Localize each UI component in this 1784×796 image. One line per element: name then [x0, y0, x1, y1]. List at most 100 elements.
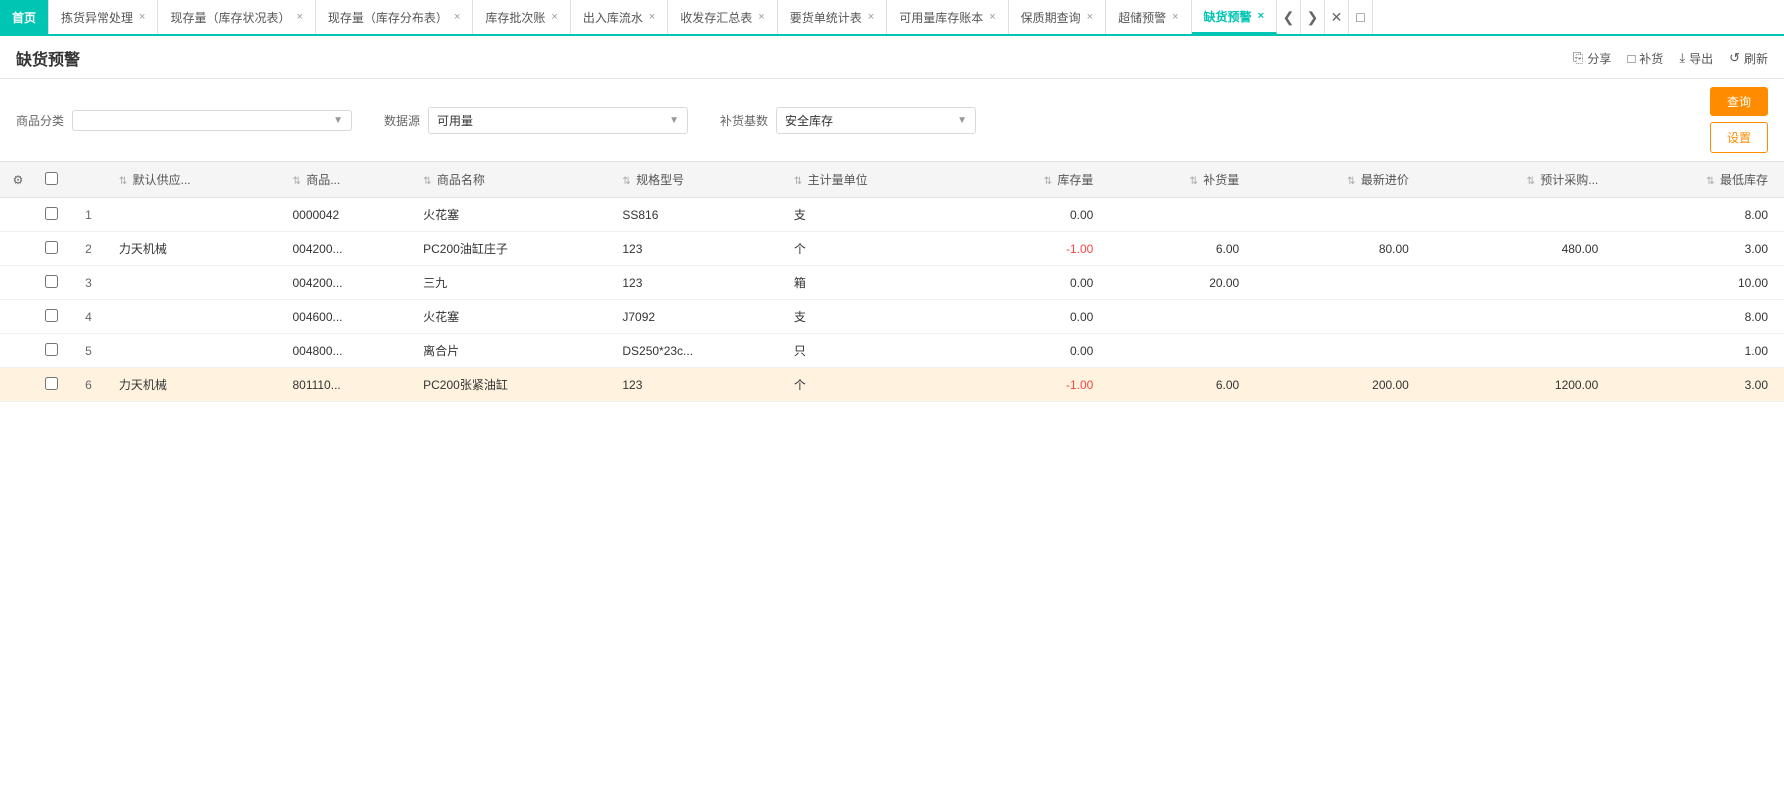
tab-shortage-close[interactable]: ×	[1258, 10, 1264, 22]
select-all-checkbox[interactable]	[45, 172, 58, 185]
row-num: 2	[66, 232, 111, 266]
row-checkbox-cell[interactable]	[36, 368, 66, 402]
col-checkbox	[36, 162, 66, 198]
row-min-stock: 10.00	[1614, 266, 1784, 300]
tab-batch-account[interactable]: 库存批次账 ×	[473, 0, 570, 34]
col-product-name[interactable]: ⇅ 商品名称	[415, 162, 614, 198]
row-stock: 0.00	[963, 198, 1109, 232]
sort-min-icon: ⇅	[1706, 176, 1714, 187]
row-settings-cell	[0, 334, 36, 368]
row-num: 3	[66, 266, 111, 300]
tab-inventory-dist-close[interactable]: ×	[454, 11, 460, 23]
tab-home[interactable]: 首页	[0, 0, 49, 34]
row-checkbox[interactable]	[45, 207, 58, 220]
row-stock: 0.00	[963, 300, 1109, 334]
row-checkbox-cell[interactable]	[36, 198, 66, 232]
row-name: 火花塞	[415, 300, 614, 334]
datasource-select-value: 可用量	[437, 112, 661, 129]
category-select[interactable]: ▼	[72, 110, 352, 131]
row-num: 4	[66, 300, 111, 334]
row-min-stock: 3.00	[1614, 368, 1784, 402]
row-replenish-qty: 20.00	[1109, 266, 1255, 300]
col-latest-price-label: 最新进价	[1361, 173, 1409, 187]
col-unit[interactable]: ⇅ 主计量单位	[786, 162, 964, 198]
row-checkbox[interactable]	[45, 241, 58, 254]
row-checkbox-cell[interactable]	[36, 232, 66, 266]
tab-error-handling-close[interactable]: ×	[139, 11, 145, 23]
row-checkbox[interactable]	[45, 309, 58, 322]
row-supplier	[111, 266, 285, 300]
window-max-btn[interactable]: □	[1349, 0, 1373, 34]
row-supplier	[111, 334, 285, 368]
tab-overstock[interactable]: 超储预警 ×	[1106, 0, 1191, 34]
row-stock: 0.00	[963, 266, 1109, 300]
row-est-purchase	[1425, 266, 1614, 300]
table-settings-icon[interactable]: ⚙	[13, 173, 24, 187]
tab-inout-flow[interactable]: 出入库流水 ×	[571, 0, 668, 34]
col-est-purchase[interactable]: ⇅ 预计采购...	[1425, 162, 1614, 198]
row-checkbox-cell[interactable]	[36, 334, 66, 368]
category-filter-group: 商品分类 ▼	[16, 110, 352, 131]
refresh-button[interactable]: ↺ 刷新	[1729, 50, 1768, 67]
replenish-base-select[interactable]: 安全库存 ▼	[776, 107, 976, 134]
filter-buttons: 查询 设置	[1710, 87, 1768, 153]
row-latest-price: 200.00	[1255, 368, 1425, 402]
export-button[interactable]: ⤓ 导出	[1679, 50, 1713, 67]
tab-error-handling[interactable]: 拣货异常处理 ×	[49, 0, 158, 34]
col-stock[interactable]: ⇅ 库存量	[963, 162, 1109, 198]
settings-button[interactable]: 设置	[1710, 122, 1768, 153]
tab-receipt-summary[interactable]: 收发存汇总表 ×	[668, 0, 777, 34]
table-container: ⚙ ⇅ 默认供应... ⇅ 商品... ⇅	[0, 161, 1784, 402]
row-unit: 只	[786, 334, 964, 368]
tab-batch-account-close[interactable]: ×	[551, 11, 557, 23]
replenish-icon: □	[1627, 51, 1635, 66]
row-name: 三九	[415, 266, 614, 300]
row-stock: -1.00	[963, 368, 1109, 402]
table-row: 1 0000042 火花塞 SS816 支 0.00 8.00	[0, 198, 1784, 232]
col-min-stock[interactable]: ⇅ 最低库存	[1614, 162, 1784, 198]
row-latest-price	[1255, 266, 1425, 300]
col-spec[interactable]: ⇅ 规格型号	[614, 162, 786, 198]
tab-inventory-dist[interactable]: 现存量（库存分布表） ×	[316, 0, 473, 34]
table-row: 6 力天机械 801110... PC200张紧油缸 123 个 -1.00 6…	[0, 368, 1784, 402]
datasource-dropdown-icon: ▼	[669, 115, 679, 126]
tab-order-stats[interactable]: 要货单统计表 ×	[778, 0, 887, 34]
row-checkbox-cell[interactable]	[36, 300, 66, 334]
share-button[interactable]: ⎘ 分享	[1573, 50, 1611, 67]
col-est-purchase-label: 预计采购...	[1540, 173, 1598, 187]
col-latest-price[interactable]: ⇅ 最新进价	[1255, 162, 1425, 198]
row-checkbox[interactable]	[45, 275, 58, 288]
tab-expiry-query[interactable]: 保质期查询 ×	[1009, 0, 1106, 34]
tab-inout-flow-close[interactable]: ×	[649, 11, 655, 23]
tab-nav-next[interactable]: ❯	[1301, 0, 1325, 34]
col-spec-label: 规格型号	[636, 173, 684, 187]
col-replenish-qty[interactable]: ⇅ 补货量	[1109, 162, 1255, 198]
row-checkbox[interactable]	[45, 343, 58, 356]
replenish-button[interactable]: □ 补货	[1627, 50, 1663, 67]
row-checkbox-cell[interactable]	[36, 266, 66, 300]
tab-inventory-status[interactable]: 现存量（库存状况表） ×	[158, 0, 315, 34]
tab-order-stats-close[interactable]: ×	[868, 11, 874, 23]
col-replenish-qty-label: 补货量	[1203, 173, 1239, 187]
datasource-select[interactable]: 可用量 ▼	[428, 107, 688, 134]
tab-nav-prev[interactable]: ❮	[1277, 0, 1301, 34]
sort-code-icon: ⇅	[292, 176, 300, 187]
row-checkbox[interactable]	[45, 377, 58, 390]
row-code: 0000042	[284, 198, 415, 232]
tab-expiry-query-close[interactable]: ×	[1087, 11, 1093, 23]
tab-receipt-summary-close[interactable]: ×	[758, 11, 764, 23]
tab-available-ledger[interactable]: 可用量库存账本 ×	[887, 0, 1008, 34]
row-spec: SS816	[614, 198, 786, 232]
tab-inventory-status-close[interactable]: ×	[296, 11, 302, 23]
tab-shortage[interactable]: 缺货预警 ×	[1192, 0, 1277, 34]
row-num: 1	[66, 198, 111, 232]
tab-available-ledger-close[interactable]: ×	[989, 11, 995, 23]
query-button[interactable]: 查询	[1710, 87, 1768, 116]
tab-overstock-close[interactable]: ×	[1172, 11, 1178, 23]
col-row-num	[66, 162, 111, 198]
col-default-supplier[interactable]: ⇅ 默认供应...	[111, 162, 285, 198]
col-product-code[interactable]: ⇅ 商品...	[284, 162, 415, 198]
page-header: 缺货预警 ⎘ 分享 □ 补货 ⤓ 导出 ↺ 刷新	[0, 36, 1784, 79]
window-close-btn[interactable]: ✕	[1325, 0, 1349, 34]
row-code: 801110...	[284, 368, 415, 402]
